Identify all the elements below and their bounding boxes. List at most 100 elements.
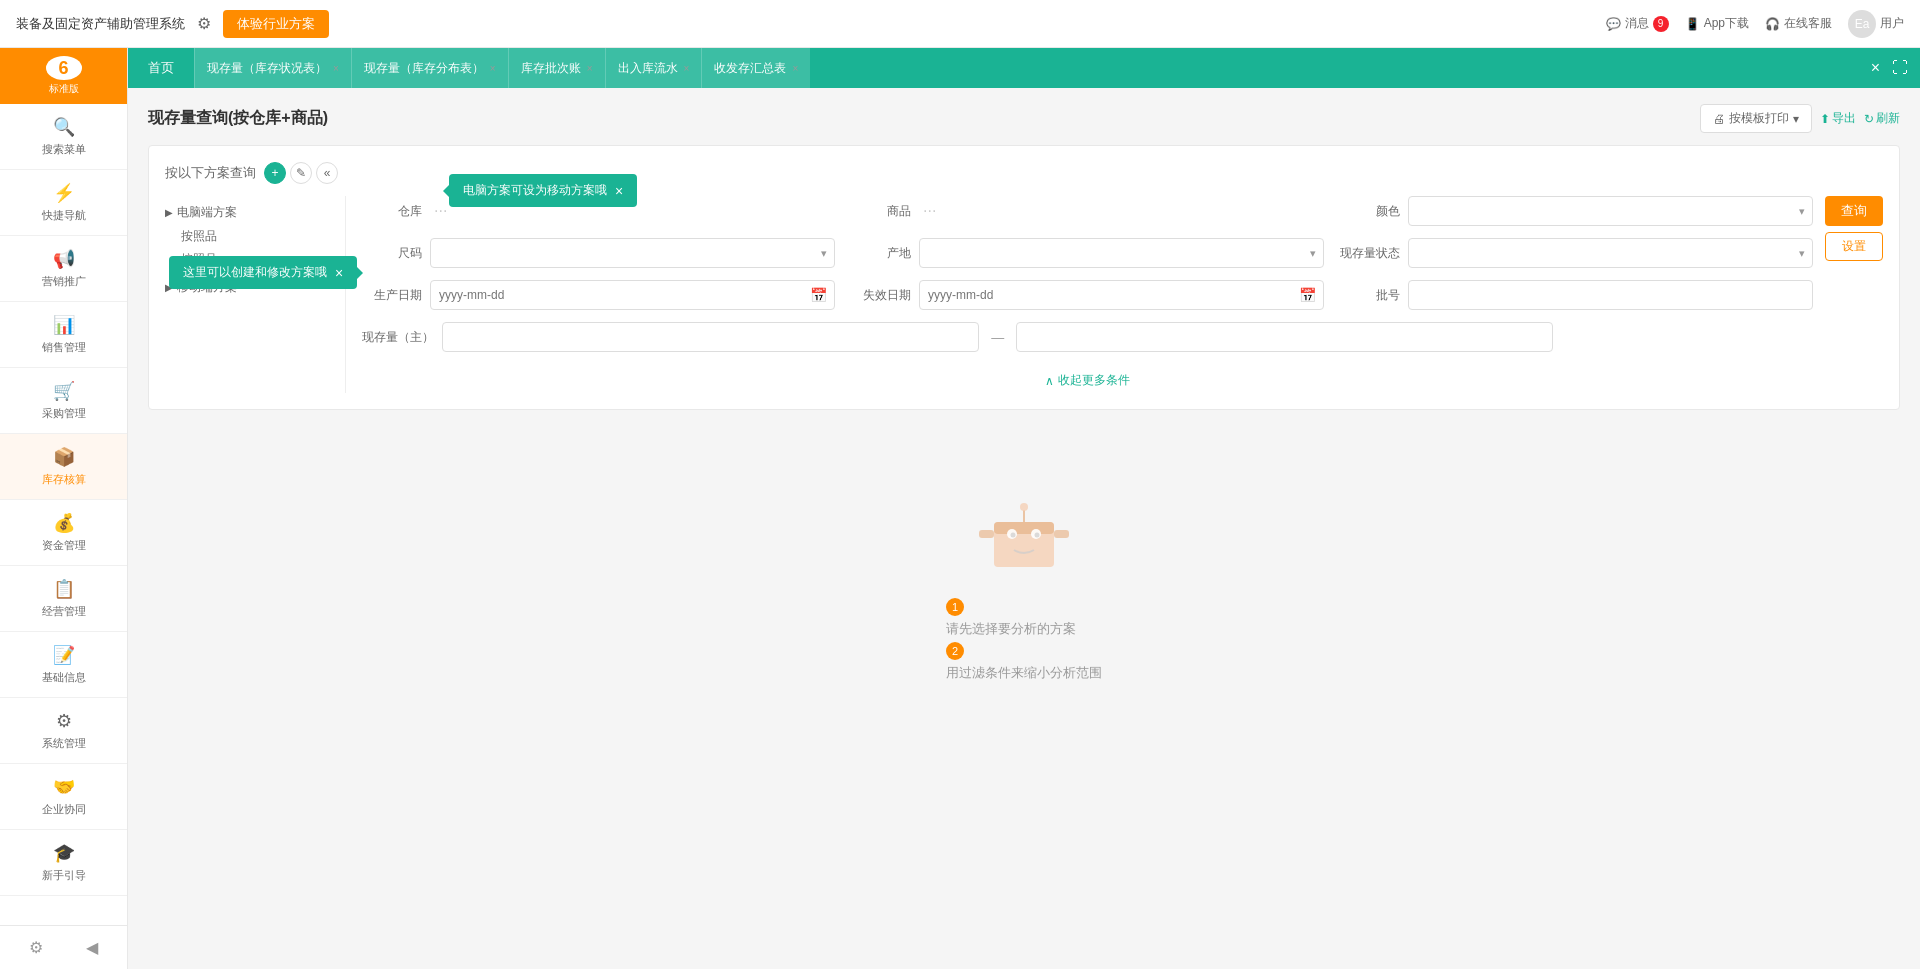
sidebar-item-marketing[interactable]: 📢 营销推广	[0, 236, 127, 302]
settings-icon[interactable]: ⚙	[197, 14, 211, 33]
printer-icon: 🖨	[1713, 112, 1725, 126]
sidebar-item-guide[interactable]: 🎓 新手引导	[0, 830, 127, 896]
edit-scheme-btn[interactable]: ✎	[290, 162, 312, 184]
search-btn[interactable]: 查询	[1825, 196, 1883, 226]
tab-inventory-dist-close[interactable]: ×	[490, 63, 496, 74]
tab-inventory-status[interactable]: 现存量（库存状况表） ×	[194, 48, 351, 88]
empty-step1: 1 请先选择要分析的方案	[946, 598, 1102, 642]
scheme-tooltip: 电脑方案可设为移动方案哦 ×	[449, 174, 637, 207]
sidebar-label-inventory: 库存核算	[42, 472, 86, 487]
inv-status-select-wrapper	[1408, 238, 1813, 268]
print-dropdown-icon: ▾	[1793, 112, 1799, 126]
message-btn[interactable]: 💬 消息 9	[1606, 15, 1669, 32]
tab-batch[interactable]: 库存批次账 ×	[508, 48, 605, 88]
svg-rect-6	[979, 530, 994, 538]
settings-btn-form[interactable]: 设置	[1825, 232, 1883, 261]
sidebar-settings-btn[interactable]: ⚙	[29, 938, 43, 957]
color-select[interactable]	[1408, 196, 1813, 226]
tab-collect-close[interactable]: ×	[792, 63, 798, 74]
collapse-btn[interactable]: ∧ 收起更多条件	[1045, 372, 1130, 389]
tab-close-all-btn[interactable]: ×	[1867, 55, 1884, 81]
sidebar-label-finance: 资金管理	[42, 538, 86, 553]
app-download-btn[interactable]: 📱 App下载	[1685, 15, 1749, 32]
sidebar-label-basic: 基础信息	[42, 670, 86, 685]
scheme-group-pc-title[interactable]: ▶ 电脑端方案	[165, 200, 345, 225]
empty-state: 1 请先选择要分析的方案 2 用过滤条件来缩小分析范围	[148, 422, 1900, 746]
online-service-label: 在线客服	[1784, 15, 1832, 32]
scheme-tree: 这里可以创建和修改方案哦 × ▶ 电脑端方案 按照品	[165, 196, 345, 393]
svg-rect-7	[1054, 530, 1069, 538]
produce-date-calendar-icon[interactable]: 📅	[810, 287, 827, 303]
system-name: 装备及固定资产辅助管理系统	[16, 15, 185, 33]
inv-status-field: 现存量状态	[1340, 238, 1813, 268]
origin-select[interactable]	[919, 238, 1324, 268]
tab-home[interactable]: 首页	[128, 48, 194, 88]
produce-date-input[interactable]	[430, 280, 835, 310]
inv-main-to-input[interactable]	[1016, 322, 1553, 352]
industry-btn[interactable]: 体验行业方案	[223, 10, 329, 38]
form-row-4: 现存量（主） —	[362, 322, 1813, 352]
expire-date-input-wrapper: 📅	[919, 280, 1324, 310]
warehouse-dots[interactable]: ···	[430, 202, 451, 220]
empty-icon	[974, 482, 1074, 582]
user-label: 用户	[1880, 15, 1904, 32]
sidebar-item-purchase[interactable]: 🛒 采购管理	[0, 368, 127, 434]
expire-date-calendar-icon[interactable]: 📅	[1299, 287, 1316, 303]
size-select[interactable]	[430, 238, 835, 268]
inv-main-field: 现存量（主） —	[362, 322, 1813, 352]
scheme-item-pc-1[interactable]: 按照品	[165, 225, 345, 248]
scheme-tooltip-close[interactable]: ×	[615, 183, 623, 199]
add-scheme-btn[interactable]: +	[264, 162, 286, 184]
pc-arrow-icon: ▶	[165, 207, 173, 218]
purchase-icon: 🛒	[53, 380, 75, 402]
sidebar-item-finance[interactable]: 💰 资金管理	[0, 500, 127, 566]
user-avatar: Ea	[1848, 10, 1876, 38]
page-header: 现存量查询(按仓库+商品) 🖨 按模板打印 ▾ ⬆ 导出	[148, 104, 1900, 133]
filter-actions: + ✎ «	[264, 162, 338, 184]
sidebar-item-quicknav[interactable]: ⚡ 快捷导航	[0, 170, 127, 236]
goods-field: 商品 ···	[851, 202, 1324, 220]
expire-date-input[interactable]	[919, 280, 1324, 310]
sidebar-bottom: ⚙ ◀	[0, 925, 127, 969]
export-icon: ⬆	[1820, 112, 1830, 126]
sidebar-label-search: 搜索菜单	[42, 142, 86, 157]
sidebar-item-sales[interactable]: 📊 销售管理	[0, 302, 127, 368]
online-service-btn[interactable]: 🎧 在线客服	[1765, 15, 1832, 32]
color-field: 颜色	[1340, 196, 1813, 226]
tab-inventory-status-close[interactable]: ×	[333, 63, 339, 74]
export-btn[interactable]: ⬆ 导出	[1820, 110, 1856, 127]
sidebar-collapse-btn[interactable]: ◀	[86, 938, 98, 957]
tab-inventory-dist-label: 现存量（库存分布表）	[364, 60, 484, 77]
top-header: 装备及固定资产辅助管理系统 ⚙ 体验行业方案 💬 消息 9 📱 App下载 🎧 …	[0, 0, 1920, 48]
sidebar-item-inventory[interactable]: 📦 库存核算	[0, 434, 127, 500]
operation-icon: 📋	[53, 578, 75, 600]
sidebar-item-enterprise[interactable]: 🤝 企业协同	[0, 764, 127, 830]
header-right: 💬 消息 9 📱 App下载 🎧 在线客服 Ea 用户	[1606, 10, 1904, 38]
back-btn[interactable]: «	[316, 162, 338, 184]
origin-label: 产地	[851, 245, 911, 262]
tab-collect[interactable]: 收发存汇总表 ×	[701, 48, 810, 88]
sidebar-item-search[interactable]: 🔍 搜索菜单	[0, 104, 127, 170]
sidebar-item-basic[interactable]: 📝 基础信息	[0, 632, 127, 698]
goods-dots[interactable]: ···	[919, 202, 940, 220]
batch-input[interactable]	[1408, 280, 1813, 310]
inventory-icon: 📦	[53, 446, 75, 468]
tab-inventory-dist[interactable]: 现存量（库存分布表） ×	[351, 48, 508, 88]
tab-inout[interactable]: 出入库流水 ×	[605, 48, 702, 88]
user-btn[interactable]: Ea 用户	[1848, 10, 1904, 38]
tab-inout-close[interactable]: ×	[684, 63, 690, 74]
inv-status-select[interactable]	[1408, 238, 1813, 268]
refresh-btn[interactable]: ↻ 刷新	[1864, 110, 1900, 127]
inv-main-from-input[interactable]	[442, 322, 979, 352]
sidebar-item-operation[interactable]: 📋 经营管理	[0, 566, 127, 632]
app-download-label: App下载	[1704, 15, 1749, 32]
edit-tooltip-close[interactable]: ×	[335, 265, 343, 281]
goods-label: 商品	[851, 203, 911, 220]
tab-batch-close[interactable]: ×	[587, 63, 593, 74]
sidebar-item-system[interactable]: ⚙ 系统管理	[0, 698, 127, 764]
produce-date-field: 生产日期 📅	[362, 280, 835, 310]
sidebar-label-marketing: 营销推广	[42, 274, 86, 289]
tab-fullscreen-btn[interactable]: ⛶	[1888, 55, 1912, 81]
filter-header: 按以下方案查询 + ✎ « 电脑方案可设为移动方案哦 ×	[165, 162, 1883, 184]
print-btn[interactable]: 🖨 按模板打印 ▾	[1700, 104, 1812, 133]
